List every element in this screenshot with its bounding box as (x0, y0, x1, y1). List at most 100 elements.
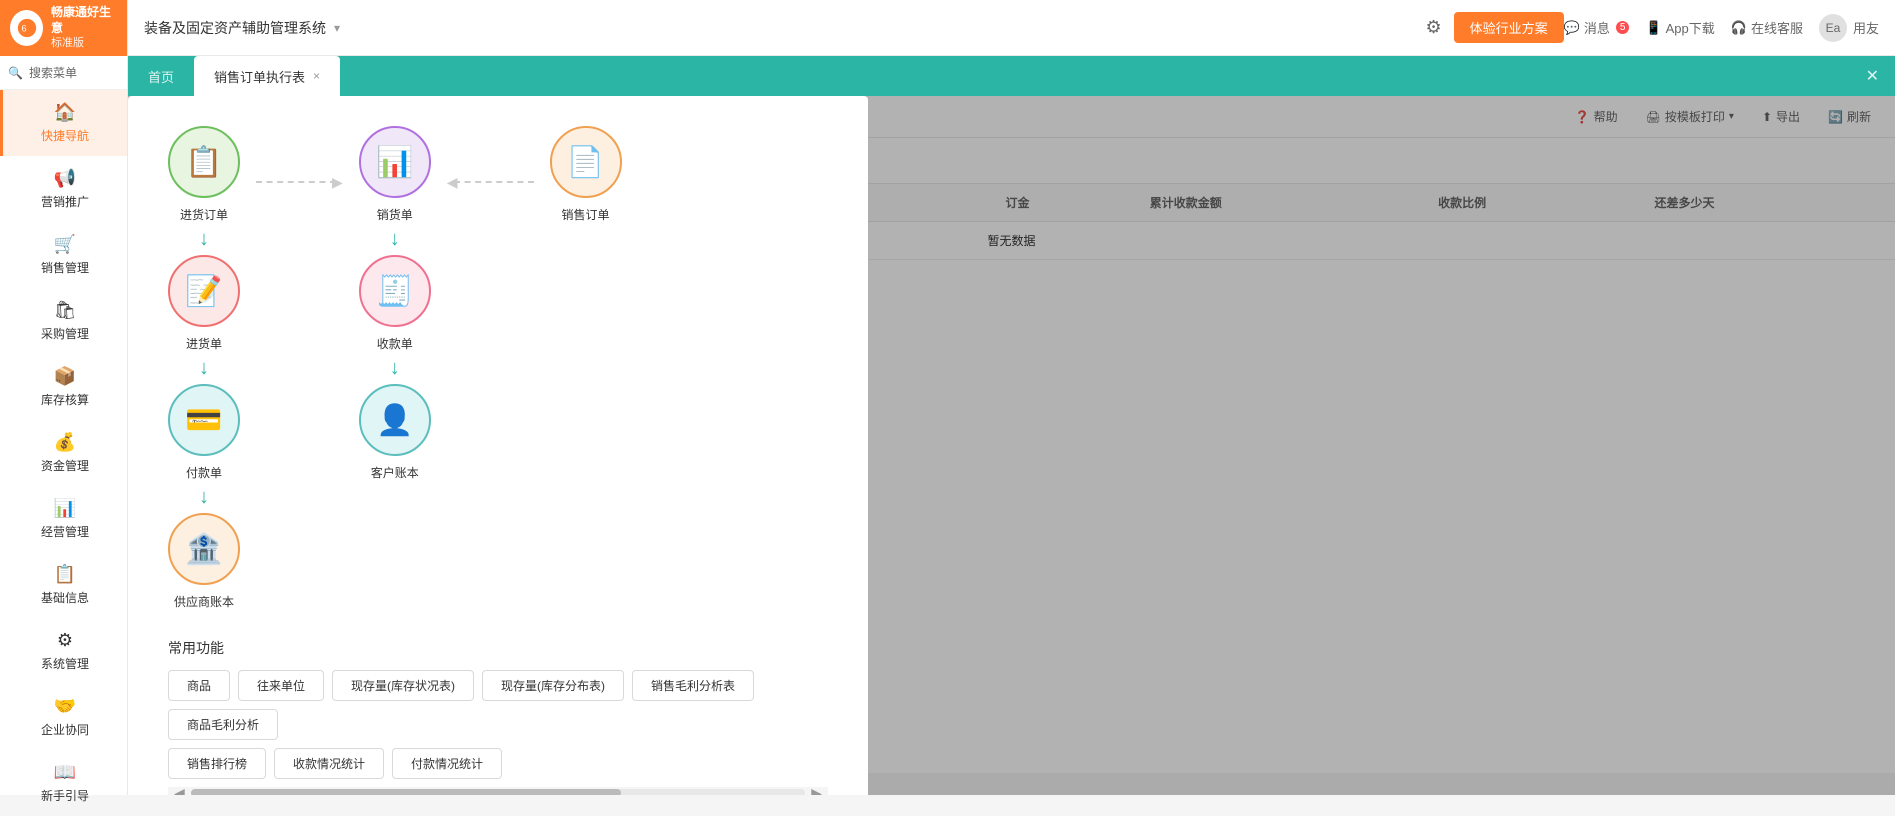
operations-icon: 📊 (54, 498, 76, 519)
logo-text: 畅康通好生意 标准版 (51, 5, 117, 50)
customer-icon: 👤 (359, 384, 431, 456)
payment-icon: 💳 (168, 384, 240, 456)
system-icon: ⚙ (57, 630, 73, 651)
modal-overlay[interactable]: 📋 进货订单 ↓ 📝 (128, 96, 1895, 795)
function-btn[interactable]: 现存量(库存分布表) (482, 670, 624, 701)
sidebar-item-guide[interactable]: 📖 新手引导 (0, 750, 127, 816)
flow-item-payment[interactable]: 💳 付款单 (168, 384, 240, 481)
sales-bill-label: 销货单 (377, 206, 413, 223)
flow-item-supplier[interactable]: 🏦 供应商账本 (168, 513, 240, 610)
try-btn[interactable]: 体验行业方案 (1454, 12, 1564, 43)
sidebar: 6 畅康通好生意 标准版 🔍 搜索菜单 🏠 快捷导航 📢 营销推广 🛒 销售管理… (0, 0, 128, 795)
sidebar-item-label: 采购管理 (41, 325, 89, 342)
supplier-label: 供应商账本 (174, 593, 234, 610)
arrow-down-1: ↓ (199, 223, 209, 255)
basic-info-icon: 📋 (54, 564, 76, 585)
tab-close-icon[interactable]: × (313, 69, 320, 83)
tab-home[interactable]: 首页 (128, 56, 194, 96)
search-icon: 🔍 (8, 66, 23, 80)
arrow-down-2: ↓ (199, 352, 209, 384)
message-badge: 5 (1616, 21, 1630, 34)
logo-icon: 6 (10, 10, 43, 46)
settings-icon[interactable]: ⚙ (1426, 17, 1442, 37)
function-btns-row1: 商品往来单位现存量(库存状况表) 现存量(库存分布表) 销售毛利分析表商品毛利分析 (168, 670, 828, 740)
scrollbar-thumb[interactable] (191, 789, 621, 795)
sidebar-item-capital[interactable]: 💰 资金管理 (0, 420, 127, 486)
sidebar-item-marketing[interactable]: 📢 营销推广 (0, 156, 127, 222)
function-btn[interactable]: 销售毛利分析表 (632, 670, 754, 701)
sidebar-item-inventory[interactable]: 📦 库存核算 (0, 354, 127, 420)
sidebar-item-label: 资金管理 (41, 457, 89, 474)
flow-item-purchase-order[interactable]: 📋 进货订单 (168, 126, 240, 223)
right-actions: 💬 消息 5 📱 App下载 🎧 在线客服 Ea 用友 (1564, 14, 1879, 42)
tab-bar: 首页 销售订单执行表 × ✕ (128, 56, 1895, 96)
scroll-right-icon[interactable]: ▶ (805, 785, 828, 796)
arrow-down-3: ↓ (199, 481, 209, 513)
customer-label: 客户账本 (371, 464, 419, 481)
function-btns-row2: 销售排行榜收款情况统计付款情况统计 (168, 748, 828, 779)
message-btn[interactable]: 💬 消息 5 (1564, 18, 1630, 37)
function-btn[interactable]: 现存量(库存状况表) (332, 670, 474, 701)
purchase-bill-icon: 📝 (168, 255, 240, 327)
sidebar-search[interactable]: 🔍 搜索菜单 (0, 56, 127, 90)
flow-item-receipt[interactable]: 🧾 收款单 (359, 255, 431, 352)
chevron-down-icon[interactable]: ▾ (334, 21, 340, 35)
sales-order-icon: 📄 (550, 126, 622, 198)
download-icon: 📱 (1645, 20, 1661, 36)
scrollbar-track[interactable] (191, 789, 805, 795)
flow-item-sales-order[interactable]: 📄 销售订单 (550, 126, 622, 223)
modal-scrollbar[interactable]: ◀ ▶ (168, 787, 828, 795)
arrow-down-4: ↓ (390, 223, 400, 255)
tab-label: 销售订单执行表 (214, 67, 305, 86)
scroll-left-icon[interactable]: ◀ (168, 785, 191, 796)
flow-item-sales-bill[interactable]: 📊 销货单 (359, 126, 431, 223)
sidebar-item-operations[interactable]: 📊 经营管理 (0, 486, 127, 552)
function-btn[interactable]: 收款情况统计 (274, 748, 384, 779)
top-system-bar: 装备及固定资产辅助管理系统 ▾ ⚙ 体验行业方案 💬 消息 5 📱 App下载 … (128, 0, 1895, 56)
payment-label: 付款单 (186, 464, 222, 481)
user-menu[interactable]: Ea 用友 (1819, 14, 1879, 42)
sidebar-item-system[interactable]: ⚙ 系统管理 (0, 618, 127, 684)
receipt-icon: 🧾 (359, 255, 431, 327)
modal-content: 📋 进货订单 ↓ 📝 (128, 96, 868, 795)
sidebar-item-collab[interactable]: 🤝 企业协同 (0, 684, 127, 750)
arrow-down-5: ↓ (390, 352, 400, 384)
function-btn[interactable]: 付款情况统计 (392, 748, 502, 779)
function-btn[interactable]: 往来单位 (238, 670, 324, 701)
online-service-btn[interactable]: 🎧 在线客服 (1731, 18, 1803, 37)
sidebar-item-sales[interactable]: 🛒 销售管理 (0, 222, 127, 288)
marketing-icon: 📢 (54, 168, 76, 189)
sidebar-item-label: 营销推广 (41, 193, 89, 210)
quick-nav-modal: 📋 进货订单 ↓ 📝 (128, 96, 868, 795)
sidebar-item-purchase[interactable]: 🛍 采购管理 (0, 288, 127, 354)
function-btn[interactable]: 商品毛利分析 (168, 709, 278, 740)
purchase-bill-label: 进货单 (186, 335, 222, 352)
system-title: 装备及固定资产辅助管理系统 ▾ (144, 18, 1414, 38)
sidebar-item-label: 新手引导 (41, 787, 89, 804)
flow-item-purchase-bill[interactable]: 📝 进货单 (168, 255, 240, 352)
sidebar-item-quick-nav[interactable]: 🏠 快捷导航 (0, 90, 127, 156)
guide-icon: 📖 (54, 762, 76, 783)
logo: 6 畅康通好生意 标准版 (0, 0, 127, 56)
collab-icon: 🤝 (54, 696, 76, 717)
sidebar-item-label: 经营管理 (41, 523, 89, 540)
sidebar-item-label: 企业协同 (41, 721, 89, 738)
app-download-btn[interactable]: 📱 App下载 (1645, 18, 1714, 37)
function-btn[interactable]: 销售排行榜 (168, 748, 266, 779)
inventory-icon: 📦 (54, 366, 76, 387)
function-btn[interactable]: 商品 (168, 670, 230, 701)
sales-order-label: 销售订单 (562, 206, 610, 223)
avatar: Ea (1819, 14, 1847, 42)
sidebar-item-basic-info[interactable]: 📋 基础信息 (0, 552, 127, 618)
message-icon: 💬 (1564, 20, 1580, 36)
tab-sales-order[interactable]: 销售订单执行表 × (194, 56, 340, 96)
sidebar-item-label: 系统管理 (41, 655, 89, 672)
flow-item-customer[interactable]: 👤 客户账本 (359, 384, 431, 481)
tab-bar-close-icon[interactable]: ✕ (1850, 66, 1895, 86)
headset-icon: 🎧 (1731, 20, 1747, 36)
purchase-icon: 🛍 (54, 300, 77, 321)
capital-icon: 💰 (54, 432, 76, 453)
quick-nav-icon: 🏠 (54, 102, 76, 123)
sidebar-item-label: 快捷导航 (41, 127, 89, 144)
sales-bill-icon: 📊 (359, 126, 431, 198)
